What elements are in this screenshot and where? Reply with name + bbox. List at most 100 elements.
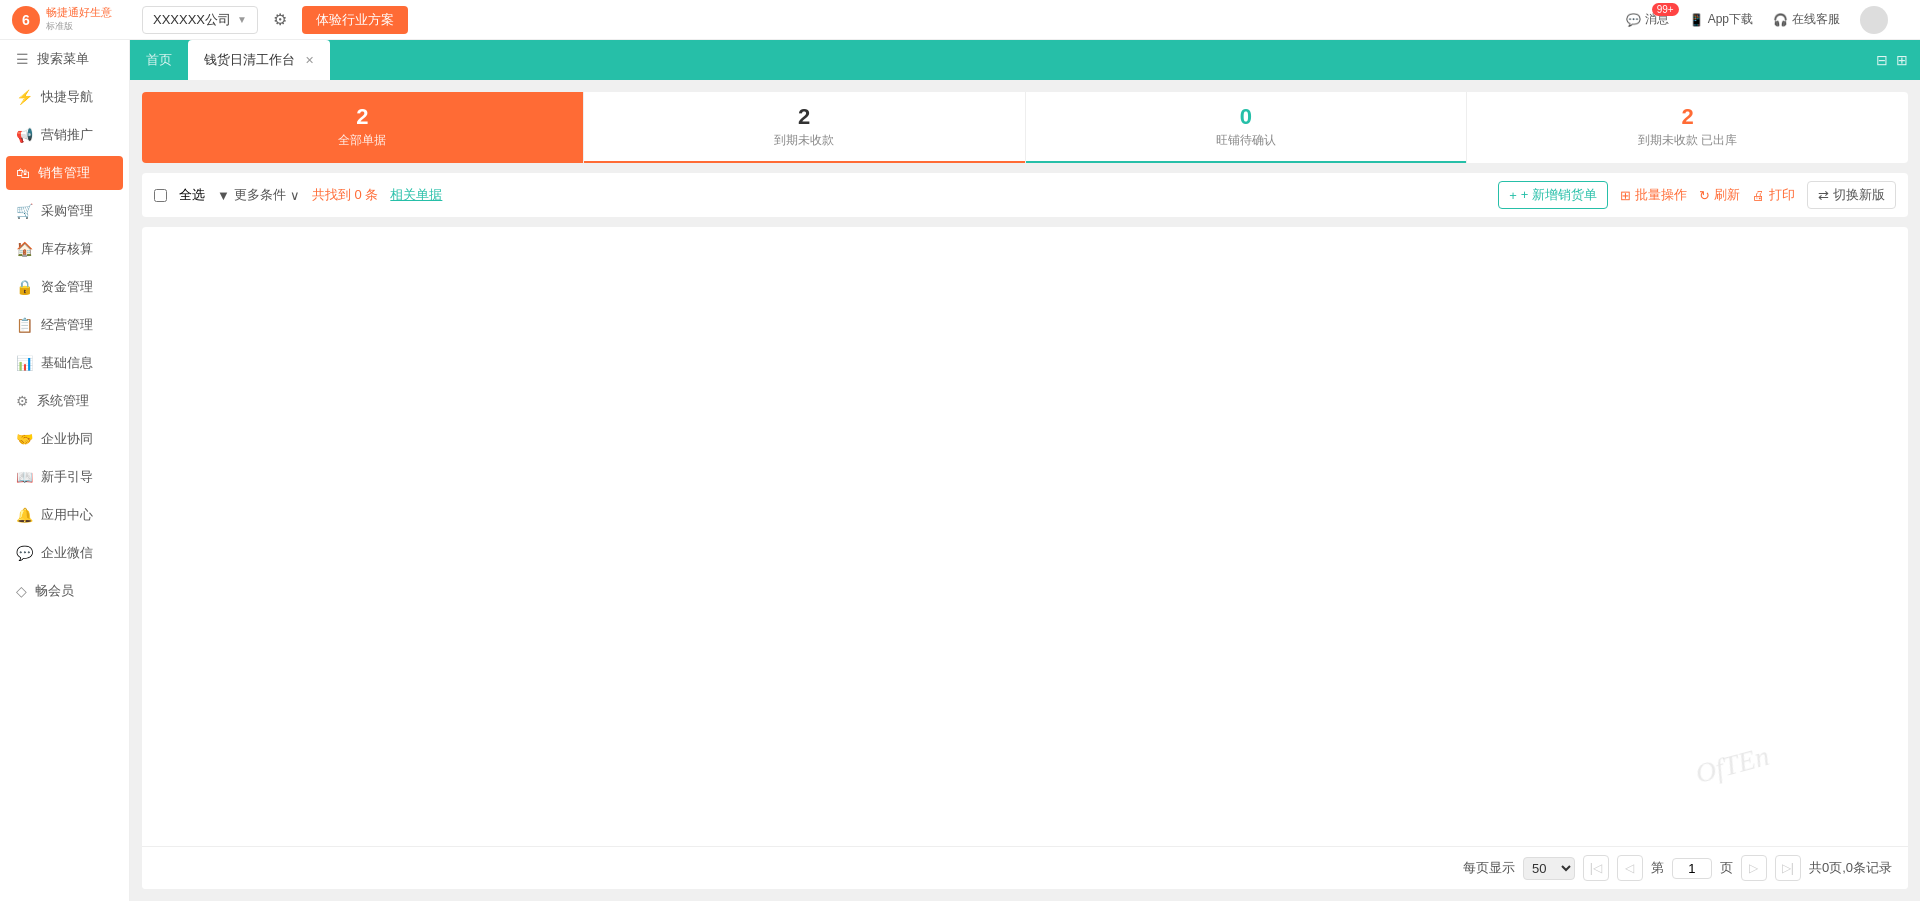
related-link[interactable]: 相关单据 <box>390 186 442 204</box>
sidebar-item-search[interactable]: ☰ 搜索菜单 <box>0 40 129 78</box>
sidebar-label-guide: 新手引导 <box>41 468 93 486</box>
stat-card-all[interactable]: 2 全部单据 <box>142 92 584 163</box>
sidebar-item-marketing[interactable]: 📢 营销推广 <box>0 116 129 154</box>
sidebar-item-appstore[interactable]: 🔔 应用中心 <box>0 496 129 534</box>
sidebar-item-weixin[interactable]: 💬 企业微信 <box>0 534 129 572</box>
first-page-button[interactable]: |◁ <box>1583 855 1609 881</box>
refresh-label: 刷新 <box>1714 186 1740 204</box>
tab-home[interactable]: 首页 <box>130 40 188 80</box>
stat-card-wangpu[interactable]: 0 旺铺待确认 <box>1026 92 1468 163</box>
select-all-label: 全选 <box>179 186 205 204</box>
found-count: 共找到 0 条 <box>312 186 378 204</box>
online-service[interactable]: 🎧 在线客服 <box>1773 11 1840 28</box>
filter-icon: ▼ <box>217 188 230 203</box>
guide-icon: 📖 <box>16 469 33 485</box>
print-icon: 🖨 <box>1752 188 1765 203</box>
sidebar: ☰ 搜索菜单 ⚡ 快捷导航 📢 营销推广 🛍 销售管理 🛒 采购管理 🏠 库存核… <box>0 40 130 901</box>
sidebar-item-quick[interactable]: ⚡ 快捷导航 <box>0 78 129 116</box>
sidebar-label-purchase: 采购管理 <box>41 202 93 220</box>
tab-minimize-icon[interactable]: ⊟ <box>1876 52 1888 68</box>
sidebar-item-inventory[interactable]: 🏠 库存核算 <box>0 230 129 268</box>
page-label: 第 <box>1651 859 1664 877</box>
company-selector[interactable]: XXXXXX公司 ▼ <box>142 6 258 34</box>
found-number: 0 <box>355 187 362 202</box>
member-icon: ◇ <box>16 583 27 599</box>
add-label: + 新增销货单 <box>1521 186 1597 204</box>
sidebar-item-guide[interactable]: 📖 新手引导 <box>0 458 129 496</box>
download-icon: 📱 <box>1689 13 1704 27</box>
per-page-select[interactable]: 50 100 200 <box>1523 857 1575 880</box>
search-menu-icon: ☰ <box>16 51 29 67</box>
pagination: 每页显示 50 100 200 |◁ ◁ 第 页 ▷ ▷| 共0页,0条记录 <box>142 846 1908 889</box>
page-input[interactable] <box>1672 858 1712 879</box>
refresh-button[interactable]: ↻ 刷新 <box>1699 186 1740 204</box>
tab-maximize-icon[interactable]: ⊞ <box>1896 52 1908 68</box>
tab-home-label: 首页 <box>146 51 172 69</box>
sidebar-item-finance[interactable]: 🔒 资金管理 <box>0 268 129 306</box>
add-order-button[interactable]: + + 新增销货单 <box>1498 181 1608 209</box>
sidebar-item-basic[interactable]: 📊 基础信息 <box>0 344 129 382</box>
sales-icon: 🛍 <box>16 165 30 181</box>
sidebar-item-enterprise[interactable]: 🤝 企业协同 <box>0 420 129 458</box>
prev-page-button[interactable]: ◁ <box>1617 855 1643 881</box>
print-button[interactable]: 🖨 打印 <box>1752 186 1795 204</box>
logo-sub: 标准版 <box>46 20 112 33</box>
batch-label: 批量操作 <box>1635 186 1687 204</box>
filter-label: 更多条件 <box>234 186 286 204</box>
stats-row: 2 全部单据 2 到期未收款 0 旺铺待确认 2 到期未收款 已出库 <box>142 92 1908 163</box>
logo-name: 畅捷通好生意 <box>46 6 112 19</box>
table-area: 每页显示 50 100 200 |◁ ◁ 第 页 ▷ ▷| 共0页,0条记录 <box>142 227 1908 889</box>
sidebar-item-operations[interactable]: 📋 经营管理 <box>0 306 129 344</box>
logo-icon: 6 <box>12 6 40 34</box>
print-label: 打印 <box>1769 186 1795 204</box>
sidebar-label-quick: 快捷导航 <box>41 88 93 106</box>
sidebar-label-member: 畅会员 <box>35 582 74 600</box>
sidebar-label-operations: 经营管理 <box>41 316 93 334</box>
stat-count-shipped: 2 <box>1487 106 1888 128</box>
service-icon: 🎧 <box>1773 13 1788 27</box>
stat-underline-wangpu <box>1026 161 1467 163</box>
trial-button[interactable]: 体验行业方案 <box>302 6 408 34</box>
toolbar: 全选 ▼ 更多条件 ∨ 共找到 0 条 相关单据 + + 新增销货单 <box>142 173 1908 217</box>
tab-close-icon[interactable]: ✕ <box>305 54 314 67</box>
total-info: 共0页,0条记录 <box>1809 859 1892 877</box>
page-label2: 页 <box>1720 859 1733 877</box>
toolbar-right: + + 新增销货单 ⊞ 批量操作 ↻ 刷新 🖨 打印 <box>1498 181 1896 209</box>
tab-work[interactable]: 钱货日清工作台 ✕ <box>188 40 330 80</box>
select-all-checkbox[interactable] <box>154 189 167 202</box>
finance-icon: 🔒 <box>16 279 33 295</box>
sidebar-item-system[interactable]: ⚙ 系统管理 <box>0 382 129 420</box>
switch-icon: ⇄ <box>1818 188 1829 203</box>
stat-card-shipped[interactable]: 2 到期未收款 已出库 <box>1467 92 1908 163</box>
batch-icon: ⊞ <box>1620 188 1631 203</box>
stat-card-overdue[interactable]: 2 到期未收款 <box>584 92 1026 163</box>
stat-label-overdue: 到期未收款 <box>604 132 1005 149</box>
message-area[interactable]: 💬 消息 99+ <box>1626 11 1669 28</box>
stat-count-all: 2 <box>162 106 563 128</box>
inventory-icon: 🏠 <box>16 241 33 257</box>
found-unit: 条 <box>365 187 378 202</box>
company-name: XXXXXX公司 <box>153 11 231 29</box>
stat-label-shipped: 到期未收款 已出库 <box>1487 132 1888 149</box>
chevron-down-icon: ▼ <box>237 14 247 25</box>
found-text: 共找到 <box>312 187 351 202</box>
enterprise-icon: 🤝 <box>16 431 33 447</box>
app-download[interactable]: 📱 App下载 <box>1689 11 1753 28</box>
filter-button[interactable]: ▼ 更多条件 ∨ <box>217 186 300 204</box>
next-page-button[interactable]: ▷ <box>1741 855 1767 881</box>
add-icon: + <box>1509 188 1517 203</box>
batch-button[interactable]: ⊞ 批量操作 <box>1620 186 1687 204</box>
settings-icon[interactable]: ⚙ <box>266 6 294 34</box>
last-page-button[interactable]: ▷| <box>1775 855 1801 881</box>
sidebar-label-inventory: 库存核算 <box>41 240 93 258</box>
tab-work-label: 钱货日清工作台 <box>204 51 295 69</box>
sidebar-item-member[interactable]: ◇ 畅会员 <box>0 572 129 610</box>
per-page-label: 每页显示 <box>1463 859 1515 877</box>
system-icon: ⚙ <box>16 393 29 409</box>
logo-area: 6 畅捷通好生意 标准版 <box>12 6 142 34</box>
sidebar-item-purchase[interactable]: 🛒 采购管理 <box>0 192 129 230</box>
sidebar-label-basic: 基础信息 <box>41 354 93 372</box>
switch-button[interactable]: ⇄ 切换新版 <box>1807 181 1896 209</box>
avatar[interactable] <box>1860 6 1888 34</box>
sidebar-item-sales[interactable]: 🛍 销售管理 <box>6 156 123 190</box>
